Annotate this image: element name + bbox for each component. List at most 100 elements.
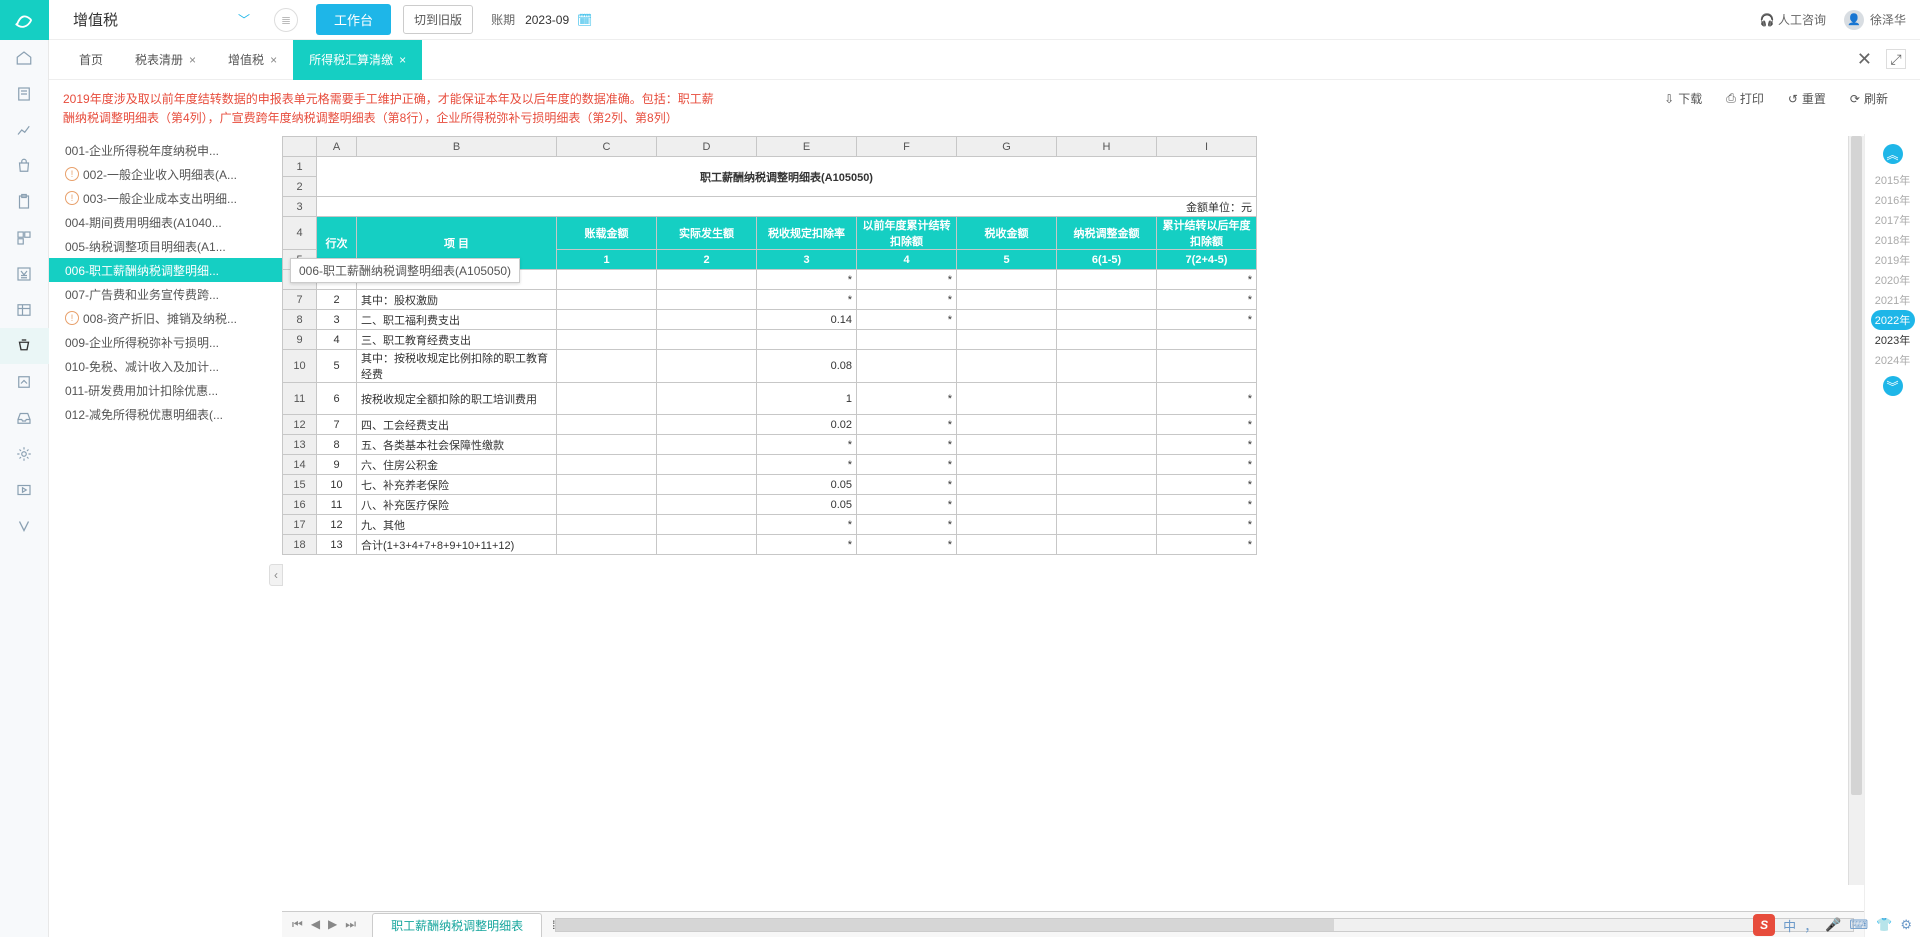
year-item[interactable]: 2022年 xyxy=(1871,310,1915,330)
cell[interactable] xyxy=(957,415,1057,435)
row-num[interactable]: 12 xyxy=(317,515,357,535)
tab-vat[interactable]: 增值税× xyxy=(212,40,293,80)
cell[interactable]: 1 xyxy=(757,383,857,415)
period-value[interactable]: 2023-09 xyxy=(525,13,569,27)
cell[interactable] xyxy=(657,270,757,290)
ime-item[interactable]: ， xyxy=(1804,916,1817,935)
cell[interactable] xyxy=(557,350,657,383)
cell[interactable] xyxy=(557,415,657,435)
cell[interactable]: * xyxy=(1157,495,1257,515)
cell[interactable]: * xyxy=(1157,455,1257,475)
cell[interactable] xyxy=(1057,535,1157,555)
cell[interactable]: * xyxy=(857,415,957,435)
hdr[interactable]: 5 xyxy=(957,250,1057,270)
row-header[interactable]: 3 xyxy=(283,197,317,217)
row-label[interactable]: 四、工会经费支出 xyxy=(357,415,557,435)
row-header[interactable]: 1 xyxy=(283,157,317,177)
year-item[interactable]: 2015年 xyxy=(1871,170,1915,190)
row-num[interactable]: 7 xyxy=(317,415,357,435)
row-header[interactable]: 11 xyxy=(283,383,317,415)
hdr[interactable]: 4 xyxy=(857,250,957,270)
cell[interactable] xyxy=(857,350,957,383)
chevron-down-icon[interactable]: ﹀ xyxy=(238,11,250,28)
cell[interactable]: * xyxy=(857,475,957,495)
cell[interactable]: * xyxy=(1157,435,1257,455)
row-num[interactable]: 2 xyxy=(317,290,357,310)
nav-chart-icon[interactable] xyxy=(0,112,49,148)
cell[interactable] xyxy=(557,330,657,350)
cell[interactable] xyxy=(1157,350,1257,383)
sheet-tab[interactable]: 职工薪酬纳税调整明细表 xyxy=(372,913,542,937)
year-item[interactable]: 2024年 xyxy=(1871,350,1915,370)
cell[interactable] xyxy=(557,435,657,455)
cell[interactable] xyxy=(557,290,657,310)
cell[interactable]: * xyxy=(1157,515,1257,535)
sheet-nav[interactable]: ⏮◀▶⏭ xyxy=(282,917,366,932)
worksheet-item[interactable]: !008-资产折旧、摊销及纳税... xyxy=(49,306,282,330)
row-header[interactable]: 15 xyxy=(283,475,317,495)
row-header[interactable]: 12 xyxy=(283,415,317,435)
cell[interactable]: * xyxy=(857,270,957,290)
hdr[interactable]: 纳税调整金额 xyxy=(1057,217,1157,250)
hdr[interactable]: 以前年度累计结转扣除额 xyxy=(857,217,957,250)
cell[interactable] xyxy=(1057,475,1157,495)
nav-home-icon[interactable] xyxy=(0,40,49,76)
close-icon[interactable]: × xyxy=(189,53,196,67)
cell[interactable]: * xyxy=(1157,383,1257,415)
nav-bag-icon[interactable] xyxy=(0,148,49,184)
reset-button[interactable]: ↺重置 xyxy=(1788,90,1826,107)
nav-v-icon[interactable] xyxy=(0,508,49,544)
cell[interactable] xyxy=(557,475,657,495)
cell[interactable] xyxy=(1057,515,1157,535)
cell[interactable] xyxy=(657,435,757,455)
nav-grid-icon[interactable] xyxy=(0,220,49,256)
cell[interactable]: 0.05 xyxy=(757,475,857,495)
nav-clipboard-icon[interactable] xyxy=(0,184,49,220)
cell[interactable]: * xyxy=(1157,310,1257,330)
cell[interactable] xyxy=(957,535,1057,555)
nav-yuan-icon[interactable] xyxy=(0,256,49,292)
nav-doc-icon[interactable] xyxy=(0,76,49,112)
cell[interactable] xyxy=(1157,330,1257,350)
cell[interactable] xyxy=(957,475,1057,495)
col-header[interactable]: F xyxy=(857,137,957,157)
worksheet-item[interactable]: 005-纳税调整项目明细表(A1... xyxy=(49,234,282,258)
cell[interactable] xyxy=(1057,435,1157,455)
hdr[interactable]: 实际发生额 xyxy=(657,217,757,250)
col-header[interactable]: H xyxy=(1057,137,1157,157)
year-item[interactable]: 2017年 xyxy=(1871,210,1915,230)
worksheet-item[interactable]: 007-广告费和业务宣传费跨... xyxy=(49,282,282,306)
close-icon[interactable]: × xyxy=(399,53,406,67)
calendar-icon[interactable]: 🗓 xyxy=(577,13,592,27)
year-item[interactable]: 2016年 xyxy=(1871,190,1915,210)
ime-keyboard-icon[interactable]: ⌨ xyxy=(1849,917,1868,933)
scroll-up-icon[interactable]: ︽ xyxy=(1883,144,1903,164)
cell[interactable]: 0.02 xyxy=(757,415,857,435)
cell[interactable] xyxy=(657,383,757,415)
hdr[interactable]: 2 xyxy=(657,250,757,270)
cell[interactable] xyxy=(1057,310,1157,330)
cell[interactable]: * xyxy=(757,515,857,535)
collapse-handle[interactable]: ‹ xyxy=(269,564,283,586)
cell[interactable] xyxy=(557,535,657,555)
scroll-down-icon[interactable]: ︾ xyxy=(1883,376,1903,396)
row-label[interactable]: 六、住房公积金 xyxy=(357,455,557,475)
worksheet-item[interactable]: 009-企业所得税弥补亏损明... xyxy=(49,330,282,354)
cell[interactable]: * xyxy=(857,535,957,555)
cell[interactable]: * xyxy=(857,495,957,515)
horizontal-scrollbar[interactable]: ⁞ xyxy=(552,918,1854,932)
logo[interactable] xyxy=(0,0,49,40)
cell[interactable]: * xyxy=(757,290,857,310)
row-num[interactable]: 5 xyxy=(317,350,357,383)
hdr[interactable]: 6(1-5) xyxy=(1057,250,1157,270)
download-button[interactable]: ⇩下载 xyxy=(1664,90,1702,107)
row-label[interactable]: 九、其他 xyxy=(357,515,557,535)
col-header[interactable]: G xyxy=(957,137,1057,157)
col-header[interactable]: C xyxy=(557,137,657,157)
cell[interactable] xyxy=(857,330,957,350)
cell[interactable] xyxy=(957,383,1057,415)
cell[interactable] xyxy=(557,310,657,330)
year-item[interactable]: 2019年 xyxy=(1871,250,1915,270)
hdr[interactable]: 税收规定扣除率 xyxy=(757,217,857,250)
cell[interactable]: * xyxy=(1157,475,1257,495)
